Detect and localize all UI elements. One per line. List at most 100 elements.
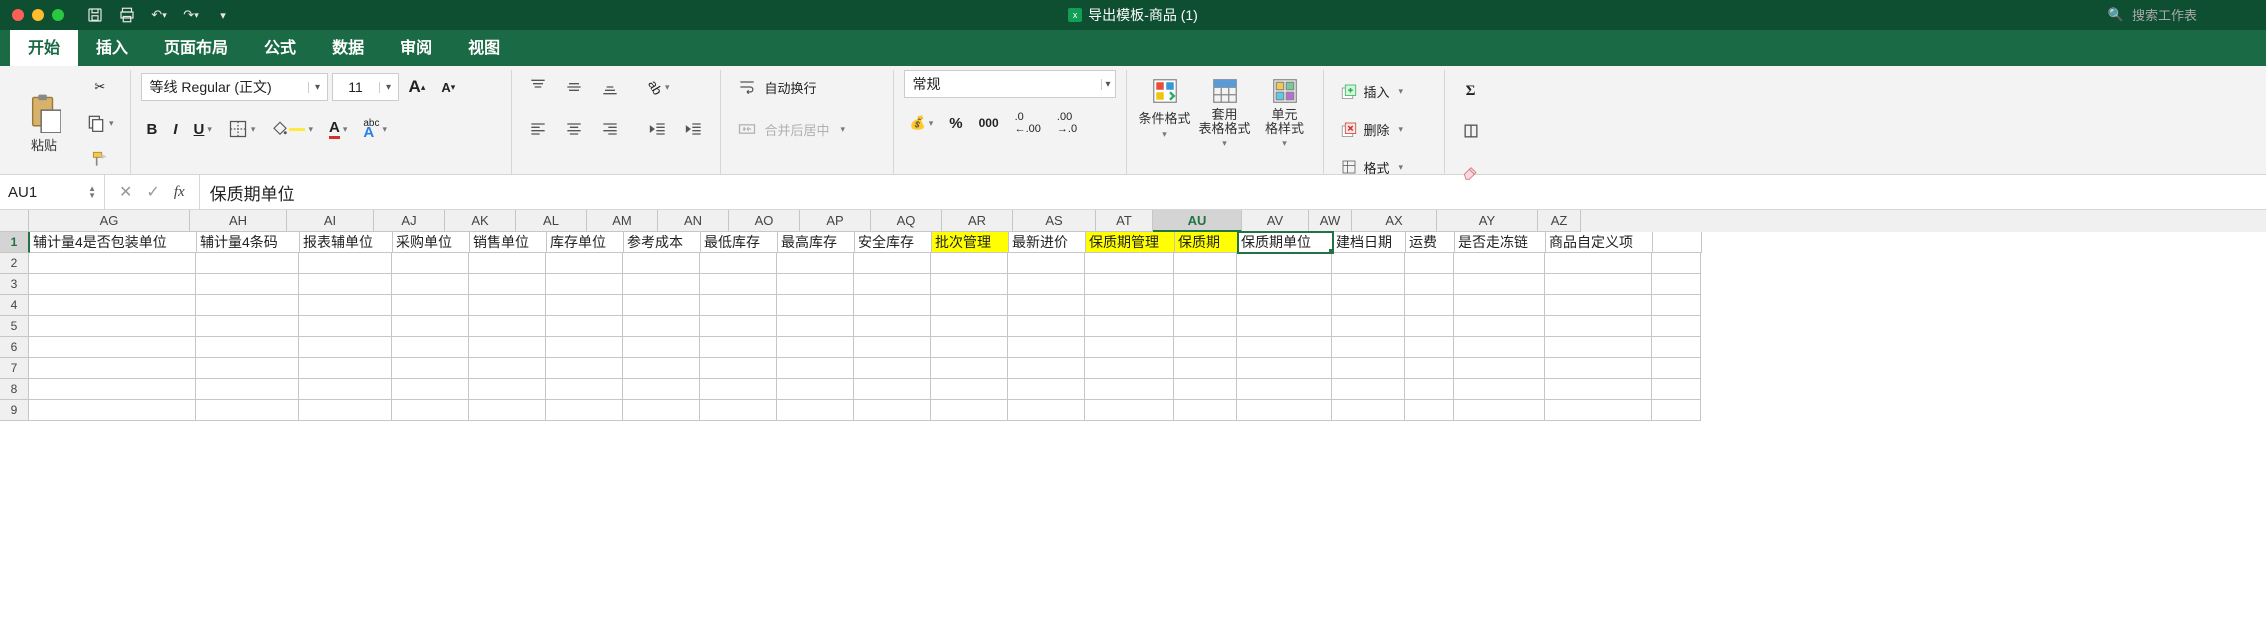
- align-bottom-button[interactable]: [594, 70, 626, 104]
- cell[interactable]: [1237, 379, 1332, 400]
- column-header[interactable]: AO: [729, 210, 800, 232]
- cell[interactable]: [392, 337, 469, 358]
- name-box[interactable]: AU1 ▲▼: [0, 175, 105, 209]
- cell[interactable]: [392, 379, 469, 400]
- cell[interactable]: [1454, 316, 1545, 337]
- cell[interactable]: [1085, 274, 1174, 295]
- cell[interactable]: 最新进价: [1009, 232, 1086, 253]
- cell[interactable]: [29, 400, 196, 421]
- decrease-font-button[interactable]: A▾: [435, 70, 461, 104]
- cell[interactable]: [777, 400, 854, 421]
- cell[interactable]: [854, 379, 931, 400]
- cell[interactable]: 保质期管理: [1086, 232, 1175, 253]
- cell[interactable]: [29, 295, 196, 316]
- cell[interactable]: [392, 253, 469, 274]
- cell[interactable]: [854, 295, 931, 316]
- cell[interactable]: [546, 253, 623, 274]
- cell[interactable]: [392, 316, 469, 337]
- cell[interactable]: [931, 316, 1008, 337]
- cell[interactable]: [299, 274, 392, 295]
- cell[interactable]: [299, 337, 392, 358]
- cell[interactable]: [1332, 337, 1405, 358]
- cell[interactable]: [299, 295, 392, 316]
- cell[interactable]: [196, 379, 299, 400]
- cell[interactable]: [469, 337, 546, 358]
- cell[interactable]: 运费: [1406, 232, 1455, 253]
- cell[interactable]: [623, 253, 700, 274]
- cell[interactable]: [29, 253, 196, 274]
- cell[interactable]: [392, 295, 469, 316]
- align-top-button[interactable]: [522, 70, 554, 104]
- cell[interactable]: [1008, 379, 1085, 400]
- cell[interactable]: [700, 358, 777, 379]
- italic-button[interactable]: I: [167, 112, 183, 146]
- save-icon[interactable]: [86, 6, 104, 24]
- clear-button[interactable]: [1455, 154, 1487, 188]
- percent-format-button[interactable]: %: [943, 106, 968, 140]
- cell[interactable]: [1454, 337, 1545, 358]
- cell[interactable]: [299, 253, 392, 274]
- name-box-spinner[interactable]: ▲▼: [88, 185, 96, 199]
- cell[interactable]: 采购单位: [393, 232, 470, 253]
- cell[interactable]: [623, 295, 700, 316]
- close-window-button[interactable]: [12, 9, 24, 21]
- cell[interactable]: [1332, 379, 1405, 400]
- cell[interactable]: 是否走冻链: [1455, 232, 1546, 253]
- copy-button[interactable]: [80, 106, 120, 140]
- formula-value[interactable]: 保质期单位: [199, 175, 295, 209]
- cell[interactable]: [1332, 358, 1405, 379]
- cell[interactable]: [777, 379, 854, 400]
- cell[interactable]: [623, 400, 700, 421]
- cell[interactable]: [1237, 337, 1332, 358]
- cell[interactable]: [1454, 358, 1545, 379]
- cell[interactable]: [1085, 316, 1174, 337]
- select-all-corner[interactable]: [0, 210, 29, 232]
- comma-format-button[interactable]: 000: [973, 106, 1005, 140]
- cell[interactable]: [196, 253, 299, 274]
- cell[interactable]: [1652, 379, 1701, 400]
- cell[interactable]: [777, 337, 854, 358]
- accounting-format-button[interactable]: 💰: [904, 106, 940, 140]
- column-header[interactable]: AW: [1309, 210, 1352, 232]
- column-header[interactable]: AP: [800, 210, 871, 232]
- minimize-window-button[interactable]: [32, 9, 44, 21]
- cell[interactable]: 参考成本: [624, 232, 701, 253]
- cell[interactable]: [777, 295, 854, 316]
- cell[interactable]: [1545, 295, 1652, 316]
- cell[interactable]: [700, 316, 777, 337]
- cell[interactable]: [469, 316, 546, 337]
- cell[interactable]: [1405, 253, 1454, 274]
- column-header[interactable]: AL: [516, 210, 587, 232]
- format-as-table-button[interactable]: 套用 表格格式 ▾: [1197, 76, 1253, 149]
- cell[interactable]: [1545, 253, 1652, 274]
- cell[interactable]: [29, 379, 196, 400]
- cell[interactable]: [1454, 295, 1545, 316]
- cell[interactable]: [299, 358, 392, 379]
- cell[interactable]: [1454, 379, 1545, 400]
- cell[interactable]: [196, 337, 299, 358]
- column-header[interactable]: AQ: [871, 210, 942, 232]
- row-header[interactable]: 8: [0, 379, 29, 400]
- cell[interactable]: 批次管理: [932, 232, 1009, 253]
- qat-customize-icon[interactable]: ▾: [214, 6, 232, 24]
- row-header[interactable]: 3: [0, 274, 29, 295]
- orientation-button[interactable]: ab: [642, 70, 676, 104]
- row-header[interactable]: 2: [0, 253, 29, 274]
- cell[interactable]: [623, 316, 700, 337]
- column-header[interactable]: AX: [1352, 210, 1437, 232]
- cell[interactable]: [1652, 358, 1701, 379]
- cell[interactable]: [931, 379, 1008, 400]
- autosum-button[interactable]: Σ: [1455, 74, 1487, 108]
- cell[interactable]: [1454, 400, 1545, 421]
- cell[interactable]: [469, 253, 546, 274]
- borders-button[interactable]: [222, 112, 262, 146]
- font-color-button[interactable]: A: [323, 112, 353, 146]
- column-header[interactable]: AT: [1096, 210, 1153, 232]
- conditional-formatting-button[interactable]: 条件格式 ▾: [1137, 76, 1193, 140]
- cell[interactable]: [299, 400, 392, 421]
- cell[interactable]: [1174, 316, 1237, 337]
- cell[interactable]: [1405, 358, 1454, 379]
- cell[interactable]: [299, 316, 392, 337]
- cell[interactable]: [931, 295, 1008, 316]
- cell[interactable]: [546, 274, 623, 295]
